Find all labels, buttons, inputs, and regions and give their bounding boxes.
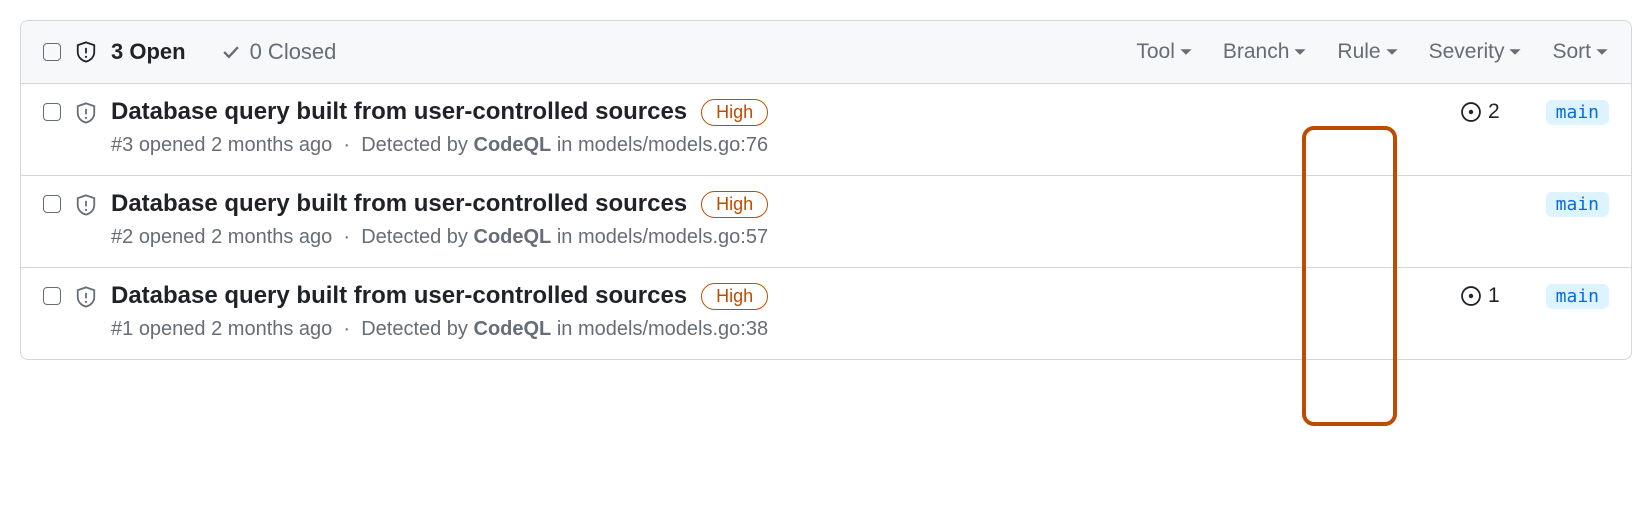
alert-title-link[interactable]: Database query built from user-controlle…	[111, 282, 687, 310]
alert-detector: CodeQL	[474, 134, 552, 156]
alert-row-right: 1 main	[1428, 282, 1609, 309]
branch-badge[interactable]: main	[1546, 192, 1609, 217]
alert-opened: opened 2 months ago	[139, 318, 333, 340]
alert-detected-prefix: Detected by	[361, 134, 468, 156]
alert-id: #2	[111, 226, 133, 248]
alert-title-link[interactable]: Database query built from user-controlle…	[111, 190, 687, 218]
alerts-header: 3 Open 0 Closed Tool Branch	[21, 21, 1631, 84]
closed-tab[interactable]: 0 Closed	[220, 39, 337, 65]
alert-location: in models/models.go:38	[557, 318, 768, 340]
shield-alert-icon	[75, 286, 97, 308]
alert-row: Database query built from user-controlle…	[21, 176, 1631, 268]
affected-count-cell[interactable]: 1	[1428, 284, 1508, 308]
alert-opened: opened 2 months ago	[139, 226, 333, 248]
affected-count-cell[interactable]: 2	[1428, 100, 1508, 124]
header-filters: Tool Branch Rule Severity Sort	[1136, 40, 1609, 64]
caret-down-icon	[1595, 45, 1609, 59]
alert-row: Database query built from user-controlle…	[21, 84, 1631, 176]
alert-detected-prefix: Detected by	[361, 318, 468, 340]
filter-rule[interactable]: Rule	[1337, 40, 1398, 64]
open-count-label[interactable]: 3 Open	[111, 39, 186, 65]
filter-tool[interactable]: Tool	[1136, 40, 1193, 64]
alert-checkbox[interactable]	[43, 287, 61, 305]
alert-meta: #1 opened 2 months ago · Detected by Cod…	[111, 318, 1414, 341]
filter-sort[interactable]: Sort	[1552, 40, 1609, 64]
shield-alert-icon	[75, 41, 97, 63]
alert-detector: CodeQL	[474, 226, 552, 248]
alert-meta: #3 opened 2 months ago · Detected by Cod…	[111, 134, 1414, 157]
issue-open-icon	[1460, 285, 1482, 307]
check-icon	[220, 41, 242, 63]
alert-id: #3	[111, 134, 133, 156]
issue-open-icon	[1460, 101, 1482, 123]
caret-down-icon	[1179, 45, 1193, 59]
alert-location: in models/models.go:57	[557, 226, 768, 248]
branch-badge[interactable]: main	[1546, 284, 1609, 309]
filter-severity[interactable]: Severity	[1429, 40, 1523, 64]
code-scanning-alerts-container: 3 Open 0 Closed Tool Branch	[20, 20, 1632, 360]
alert-opened: opened 2 months ago	[139, 134, 333, 156]
alert-checkbox[interactable]	[43, 195, 61, 213]
closed-count-label: 0 Closed	[250, 39, 337, 65]
shield-alert-icon	[75, 194, 97, 216]
alert-row-right: main	[1428, 190, 1609, 217]
alert-meta: #2 opened 2 months ago · Detected by Cod…	[111, 226, 1414, 249]
filter-label: Rule	[1337, 40, 1380, 64]
header-left-group: 3 Open 0 Closed	[43, 39, 336, 65]
severity-badge: High	[701, 283, 768, 310]
alert-content: Database query built from user-controlle…	[111, 282, 1414, 341]
select-all-checkbox[interactable]	[43, 43, 61, 61]
alert-row: Database query built from user-controlle…	[21, 268, 1631, 359]
filter-label: Severity	[1429, 40, 1505, 64]
branch-badge[interactable]: main	[1546, 100, 1609, 125]
caret-down-icon	[1293, 45, 1307, 59]
severity-badge: High	[701, 191, 768, 218]
alert-id: #1	[111, 318, 133, 340]
shield-alert-icon	[75, 102, 97, 124]
alert-location: in models/models.go:76	[557, 134, 768, 156]
filter-label: Branch	[1223, 40, 1290, 64]
alert-checkbox[interactable]	[43, 103, 61, 121]
alert-detector: CodeQL	[474, 318, 552, 340]
alert-content: Database query built from user-controlle…	[111, 190, 1414, 249]
alert-title-link[interactable]: Database query built from user-controlle…	[111, 98, 687, 126]
caret-down-icon	[1385, 45, 1399, 59]
alert-detected-prefix: Detected by	[361, 226, 468, 248]
alert-row-right: 2 main	[1428, 98, 1609, 125]
affected-count-value: 2	[1488, 100, 1500, 124]
caret-down-icon	[1508, 45, 1522, 59]
alert-content: Database query built from user-controlle…	[111, 98, 1414, 157]
filter-label: Sort	[1552, 40, 1591, 64]
filter-branch[interactable]: Branch	[1223, 40, 1308, 64]
affected-count-value: 1	[1488, 284, 1500, 308]
filter-label: Tool	[1136, 40, 1175, 64]
severity-badge: High	[701, 99, 768, 126]
